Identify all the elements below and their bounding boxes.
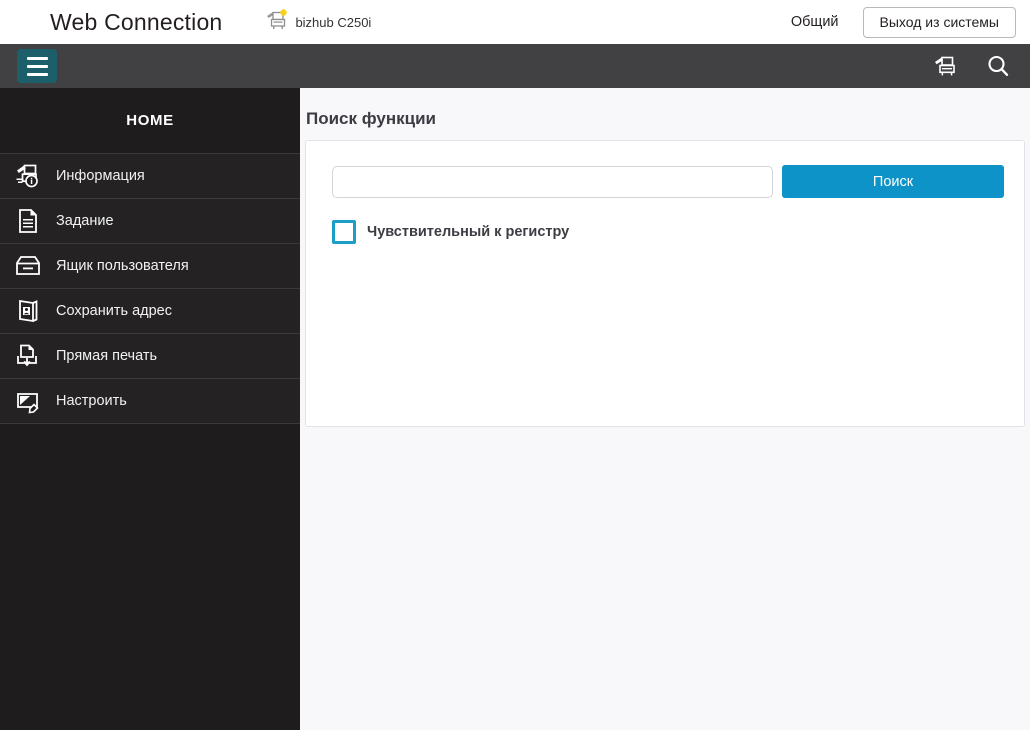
sidebar-item-label: Настроить — [56, 393, 127, 409]
sidebar-item-label: Ящик пользователя — [56, 258, 189, 274]
search-icon[interactable] — [986, 54, 1010, 78]
navbar-actions — [932, 54, 1010, 78]
sidebar-item-label: Задание — [56, 213, 114, 229]
sidebar-item-job[interactable]: Задание — [0, 199, 300, 244]
device-indicator: bizhub C250i — [264, 8, 372, 36]
case-sensitive-label[interactable]: Чувствительный к регистру — [367, 224, 569, 240]
printer-icon — [264, 8, 288, 36]
document-icon — [0, 207, 56, 235]
sidebar-item-save-address[interactable]: Сохранить адрес — [0, 289, 300, 334]
case-sensitive-checkbox[interactable] — [332, 220, 356, 244]
sidebar-item-label: Прямая печать — [56, 348, 158, 364]
sidebar-item-user-box[interactable]: Ящик пользователя — [0, 244, 300, 289]
hamburger-bar — [26, 56, 48, 60]
sidebar-item-settings[interactable]: Настроить — [0, 379, 300, 424]
account-label: Общий — [790, 14, 839, 30]
case-sensitive-row: Чувствительный к регистру — [332, 220, 1024, 244]
sidebar-item-direct-print[interactable]: Прямая печать — [0, 334, 300, 379]
printer-info-icon — [0, 162, 56, 190]
direct-print-icon — [0, 342, 56, 370]
hamburger-bar — [26, 72, 48, 76]
device-model-label: bizhub C250i — [295, 14, 372, 30]
search-input[interactable] — [332, 165, 773, 198]
dark-navbar — [0, 44, 1030, 88]
page-title: Поиск функции — [306, 109, 436, 128]
header-right-group: Общий Выход из системы — [790, 6, 1016, 38]
search-row: Поиск — [332, 165, 1024, 198]
hamburger-menu-icon[interactable] — [17, 49, 57, 83]
sidebar-item-information[interactable]: Информация — [0, 154, 300, 199]
main-content: Поиск функции Поиск Чувствительный к рег… — [300, 88, 1030, 730]
function-search-card: Поиск Чувствительный к регистру — [305, 140, 1025, 427]
printer-icon[interactable] — [932, 54, 958, 78]
sidebar-item-label: Сохранить адрес — [56, 303, 172, 319]
address-book-icon — [0, 297, 56, 325]
hamburger-bar — [26, 64, 48, 68]
sidebar: HOME Информация Задание Ящик пользовател… — [0, 88, 300, 730]
top-header: Web Connection bizhub C250i Общий Выход … — [0, 0, 1030, 44]
brand-title: Web Connection — [50, 8, 223, 35]
inbox-tray-icon — [0, 252, 56, 280]
sidebar-nav-list: Информация Задание Ящик пользователя Сох… — [0, 153, 300, 424]
search-button[interactable]: Поиск — [782, 165, 1004, 198]
sidebar-item-label: Информация — [56, 168, 145, 184]
sidebar-title: HOME — [0, 88, 300, 153]
edit-settings-icon — [0, 387, 56, 415]
logout-button[interactable]: Выход из системы — [862, 6, 1016, 38]
